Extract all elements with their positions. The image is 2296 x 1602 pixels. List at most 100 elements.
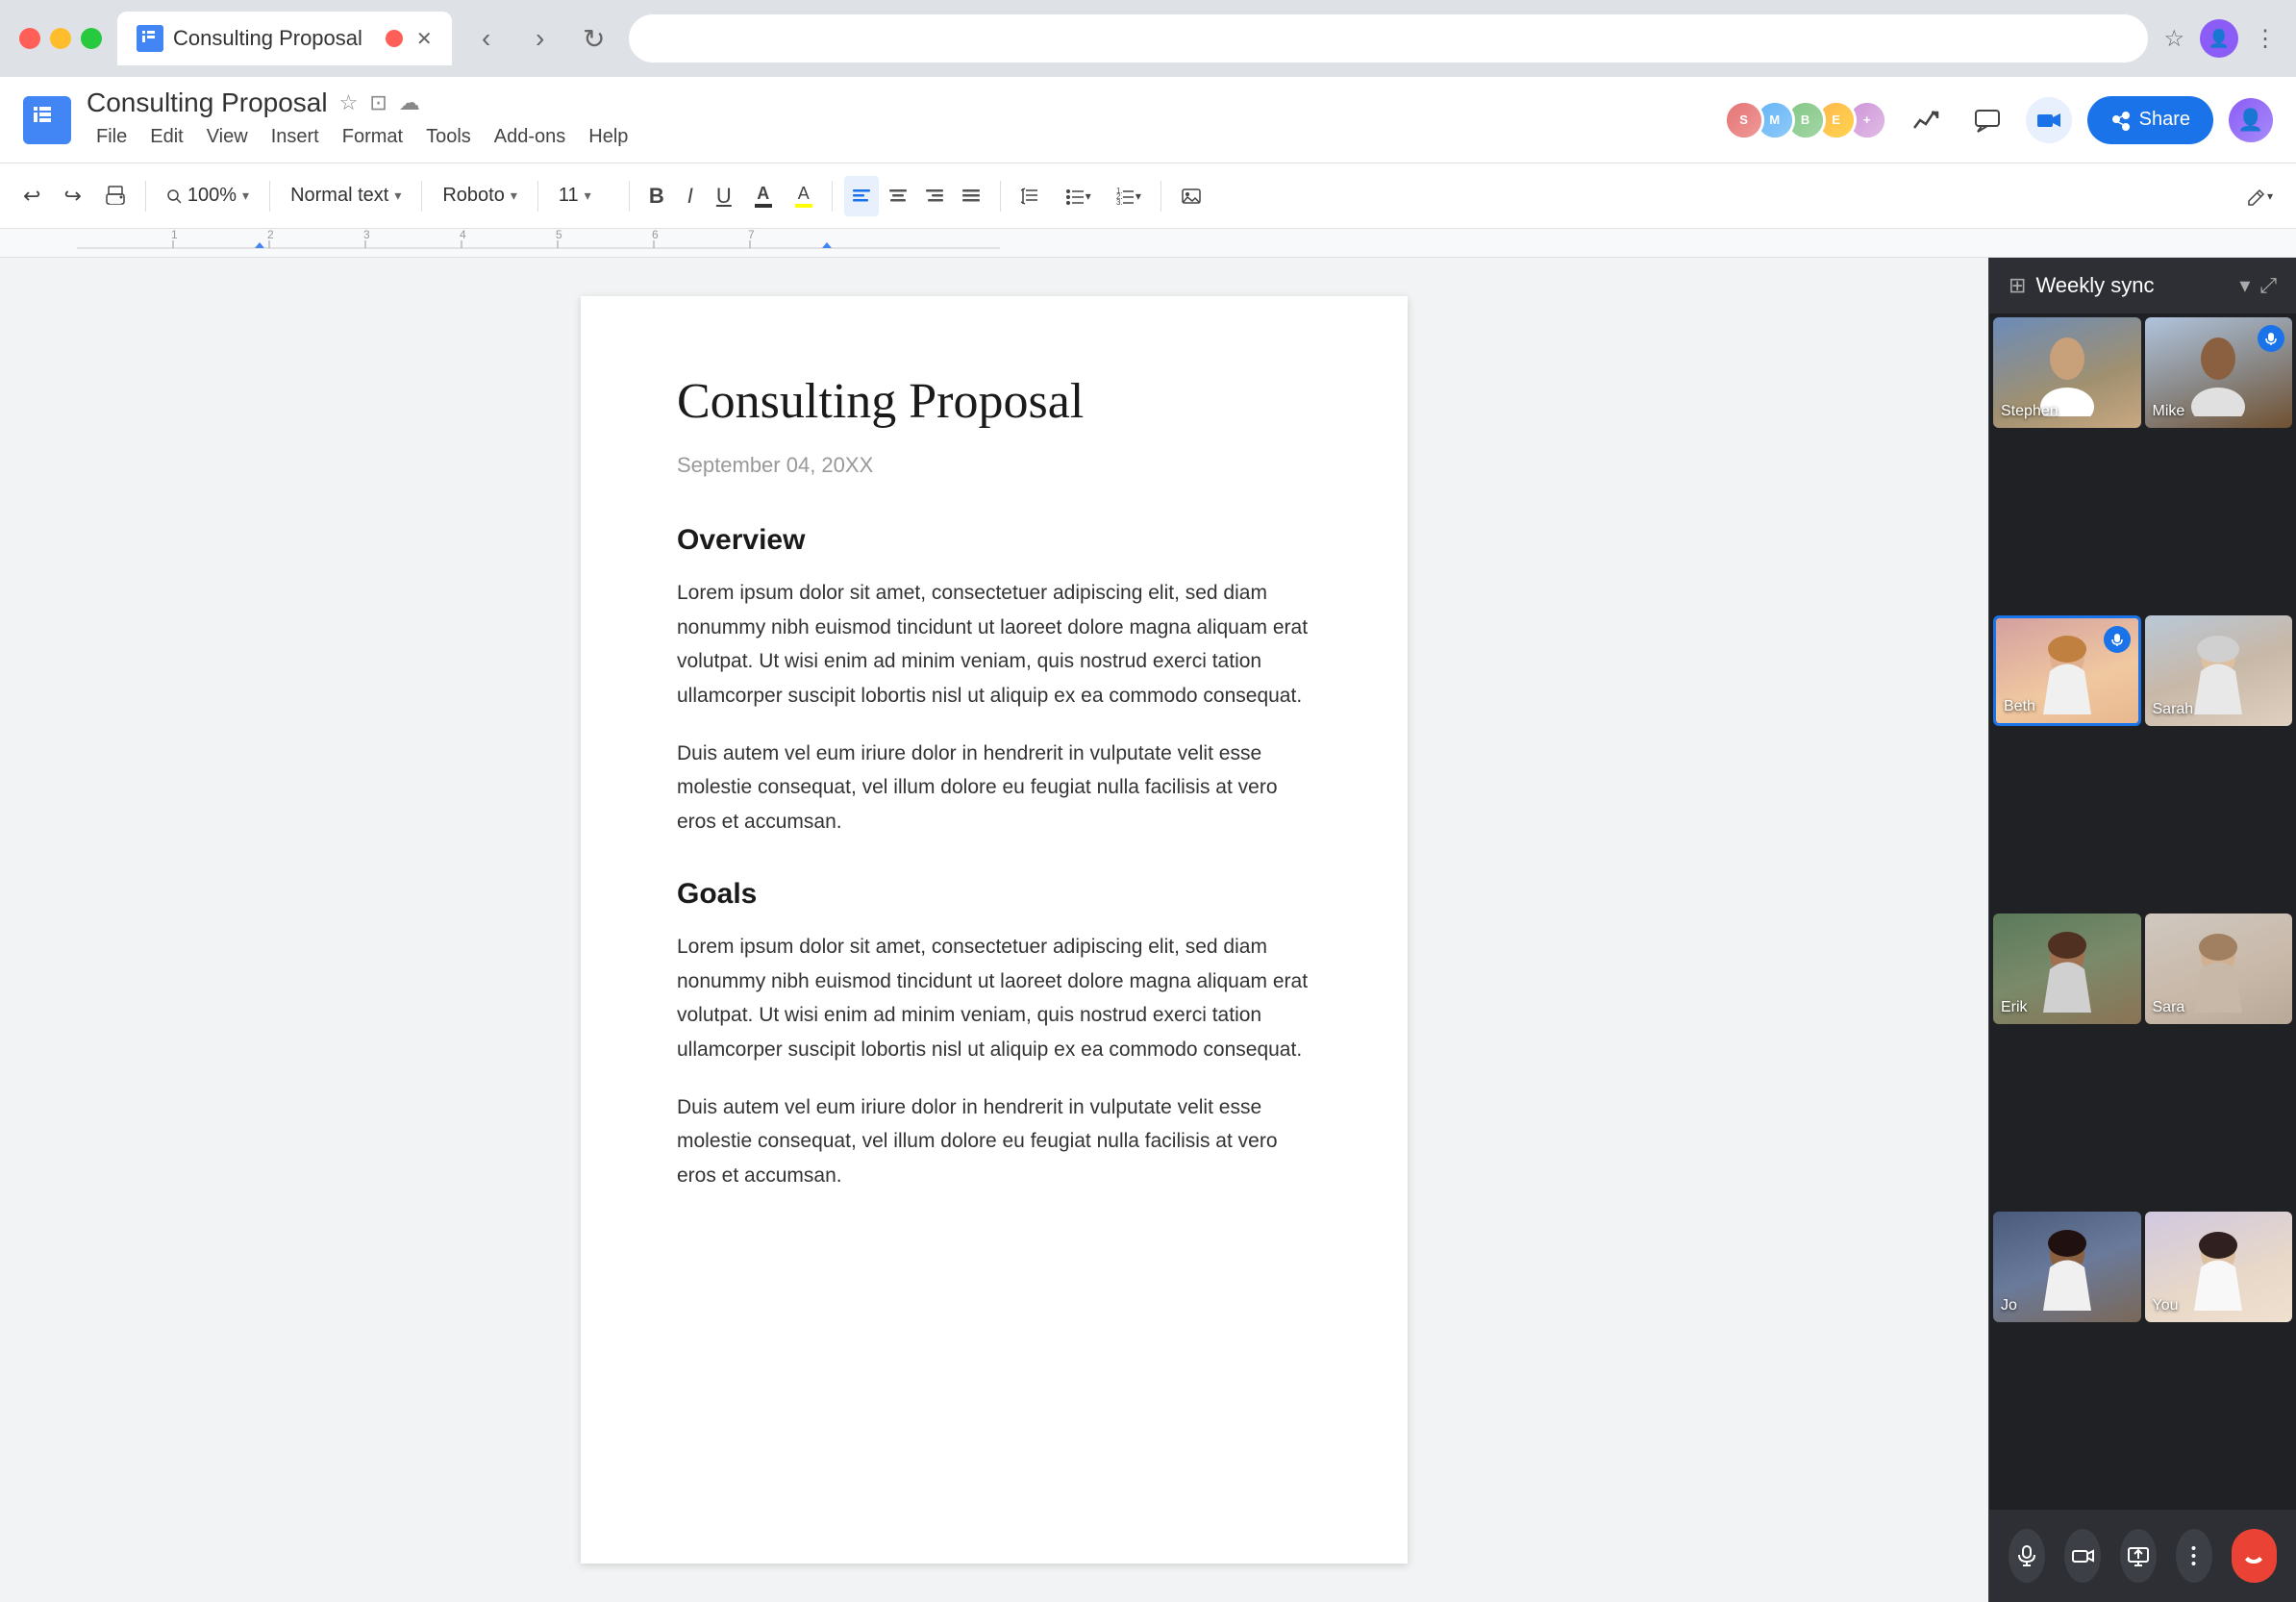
font-family-dropdown[interactable]: Roboto ▾ bbox=[434, 176, 526, 216]
goals-heading: Goals bbox=[677, 878, 1311, 911]
line-spacing-btn[interactable] bbox=[1012, 176, 1049, 216]
paragraph-style-value: Normal text bbox=[290, 185, 388, 207]
screenshare-ctrl-btn[interactable] bbox=[2120, 1529, 2157, 1583]
insert-image-btn[interactable] bbox=[1173, 176, 1210, 216]
edit-mode-btn[interactable]: ▾ bbox=[2238, 176, 2281, 216]
bookmark-btn[interactable]: ☆ bbox=[2163, 25, 2184, 53]
browser-dot-yellow[interactable] bbox=[50, 28, 71, 49]
top-bar: Consulting Proposal ☆ ⊡ ☁ File Edit View… bbox=[0, 77, 2296, 163]
doc-area[interactable]: Consulting Proposal September 04, 20XX O… bbox=[0, 258, 1988, 1602]
font-family-arrow: ▾ bbox=[511, 188, 517, 204]
italic-btn[interactable]: I bbox=[680, 176, 701, 216]
menu-format[interactable]: Format bbox=[333, 122, 412, 152]
collab-avatars: S M B E + bbox=[1734, 100, 1887, 140]
panel-expand-btn[interactable]: ⤢ bbox=[2259, 273, 2277, 298]
underline-btn[interactable]: U bbox=[709, 176, 739, 216]
text-color-btn[interactable]: A bbox=[747, 176, 780, 216]
document-title: Consulting Proposal bbox=[677, 373, 1311, 430]
menu-edit[interactable]: Edit bbox=[140, 122, 192, 152]
redo-btn[interactable]: ↪ bbox=[56, 176, 88, 216]
panel-title: Weekly sync bbox=[2035, 273, 2230, 298]
menu-addons[interactable]: Add-ons bbox=[485, 122, 576, 152]
chrome-menu-btn[interactable]: ⋮ bbox=[2254, 25, 2277, 53]
meet-icon-btn[interactable] bbox=[2026, 97, 2072, 143]
font-size-dropdown[interactable]: 11 ▾ bbox=[550, 176, 617, 216]
font-size-arrow: ▾ bbox=[585, 188, 591, 204]
sep1 bbox=[145, 181, 146, 212]
zoom-dropdown[interactable]: 100% ▾ bbox=[158, 176, 258, 216]
video-name-jo: Jo bbox=[2001, 1297, 2017, 1314]
svg-text:1: 1 bbox=[171, 229, 178, 241]
browser-dot-red[interactable] bbox=[19, 28, 40, 49]
video-mic-badge-beth bbox=[2104, 626, 2131, 653]
cloud-icon[interactable]: ☁ bbox=[399, 90, 420, 115]
align-justify-btn[interactable] bbox=[954, 176, 988, 216]
refresh-btn[interactable]: ↻ bbox=[575, 19, 613, 58]
video-grid: Stephen Mike bbox=[1989, 313, 2296, 1510]
highlight-btn[interactable]: A bbox=[787, 176, 820, 216]
menu-help[interactable]: Help bbox=[579, 122, 637, 152]
bold-btn[interactable]: B bbox=[641, 176, 672, 216]
panel-layout-btn[interactable]: ⊞ bbox=[2009, 273, 2026, 298]
star-icon[interactable]: ☆ bbox=[339, 90, 359, 115]
numbered-list-btn[interactable]: 1.2.3. ▾ bbox=[1107, 176, 1149, 216]
browser-dot-green[interactable] bbox=[81, 28, 102, 49]
paragraph-style-arrow: ▾ bbox=[394, 188, 401, 204]
overview-para-1: Lorem ipsum dolor sit amet, consectetuer… bbox=[677, 576, 1311, 713]
menu-insert[interactable]: Insert bbox=[262, 122, 329, 152]
align-left-btn[interactable] bbox=[844, 176, 879, 216]
align-buttons bbox=[844, 176, 988, 216]
sep4 bbox=[537, 181, 538, 212]
bullets-btn[interactable]: ▾ bbox=[1057, 176, 1099, 216]
align-right-btn[interactable] bbox=[917, 176, 952, 216]
user-avatar[interactable]: 👤 bbox=[2229, 98, 2273, 142]
undo-btn[interactable]: ↩ bbox=[15, 176, 48, 216]
side-panel: ⊞ Weekly sync ▾ ⤢ Stephen bbox=[1988, 258, 2296, 1602]
video-tile-sara: Sara bbox=[2145, 914, 2293, 1024]
video-name-erik: Erik bbox=[2001, 999, 2028, 1016]
tab-close-dot bbox=[386, 30, 403, 47]
folder-icon[interactable]: ⊡ bbox=[369, 90, 387, 115]
toolbar: ↩ ↪ 100% ▾ Normal text ▾ Roboto ▾ 11 ▾ B… bbox=[0, 163, 2296, 229]
font-size-value: 11 bbox=[559, 185, 579, 207]
content-area: Consulting Proposal September 04, 20XX O… bbox=[0, 258, 2296, 1602]
browser-tab[interactable]: Consulting Proposal ✕ bbox=[117, 12, 452, 65]
mic-ctrl-btn[interactable] bbox=[2009, 1529, 2045, 1583]
print-btn[interactable] bbox=[97, 176, 134, 216]
align-center-btn[interactable] bbox=[881, 176, 915, 216]
browser-dots bbox=[19, 28, 102, 49]
app-container: Consulting Proposal ☆ ⊡ ☁ File Edit View… bbox=[0, 77, 2296, 1602]
ruler: 1 2 3 4 5 6 7 bbox=[0, 229, 2296, 258]
forward-btn[interactable]: › bbox=[521, 19, 560, 58]
chat-icon-btn[interactable] bbox=[1964, 97, 2010, 143]
panel-chevron-btn[interactable]: ▾ bbox=[2239, 273, 2250, 298]
share-button[interactable]: Share bbox=[2087, 96, 2213, 144]
video-name-you: You bbox=[2153, 1297, 2179, 1314]
more-ctrl-btn[interactable] bbox=[2176, 1529, 2212, 1583]
trending-icon-btn[interactable] bbox=[1903, 97, 1949, 143]
zoom-arrow: ▾ bbox=[242, 188, 249, 204]
tab-close-btn[interactable]: ✕ bbox=[416, 27, 433, 51]
svg-text:4: 4 bbox=[460, 229, 466, 241]
paragraph-style-dropdown[interactable]: Normal text ▾ bbox=[282, 176, 410, 216]
doc-title: Consulting Proposal bbox=[87, 88, 328, 118]
camera-ctrl-btn[interactable] bbox=[2064, 1529, 2101, 1583]
menu-view[interactable]: View bbox=[197, 122, 258, 152]
sep2 bbox=[269, 181, 270, 212]
browser-actions: ☆ 👤 ⋮ bbox=[2163, 19, 2277, 58]
goals-para-2: Duis autem vel eum iriure dolor in hendr… bbox=[677, 1090, 1311, 1193]
app-logo bbox=[23, 96, 71, 144]
menu-tools[interactable]: Tools bbox=[416, 122, 481, 152]
document-date: September 04, 20XX bbox=[677, 453, 1311, 478]
address-bar[interactable] bbox=[629, 14, 2149, 63]
video-tile-erik: Erik bbox=[1993, 914, 2141, 1024]
video-name-mike: Mike bbox=[2153, 403, 2185, 420]
svg-text:3: 3 bbox=[363, 229, 370, 241]
back-btn[interactable]: ‹ bbox=[467, 19, 506, 58]
doc-info: Consulting Proposal ☆ ⊡ ☁ File Edit View… bbox=[87, 88, 1718, 152]
browser-nav: ‹ › ↻ bbox=[467, 19, 613, 58]
sep8 bbox=[1160, 181, 1161, 212]
user-profile-btn[interactable]: 👤 bbox=[2200, 19, 2238, 58]
menu-file[interactable]: File bbox=[87, 122, 137, 152]
end-call-btn[interactable] bbox=[2232, 1529, 2277, 1583]
